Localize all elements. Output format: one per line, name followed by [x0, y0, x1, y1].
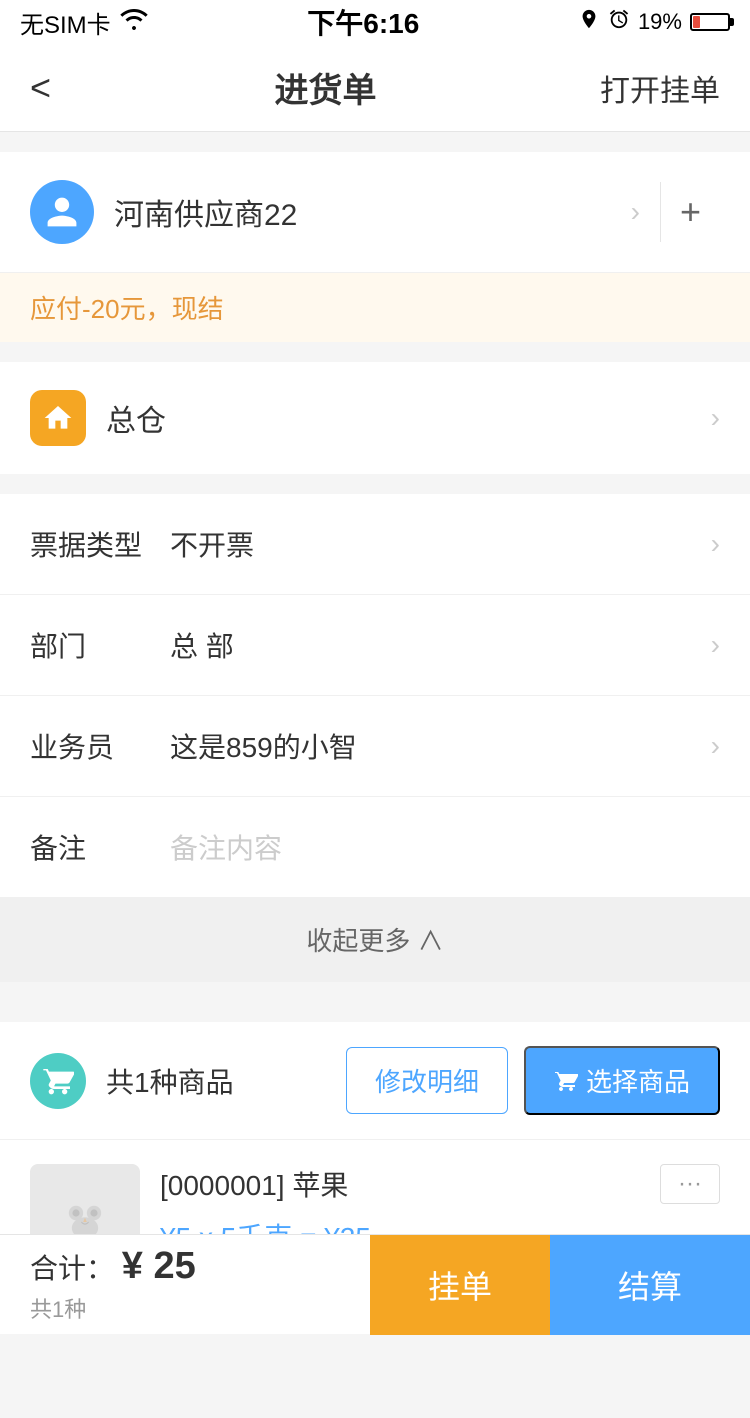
battery-percentage: 19% [638, 9, 682, 35]
sales-value: 这是859的小智 [170, 726, 701, 766]
battery-icon [690, 13, 730, 31]
total-row: 合计： ¥ 25 [30, 1245, 340, 1288]
products-header: 共1种商品 修改明细 选择商品 [0, 1022, 750, 1140]
collapse-button[interactable]: 收起更多 ∧ [0, 897, 750, 982]
nav-bar: < 进货单 打开挂单 [0, 44, 750, 132]
product-more-button[interactable]: ··· [660, 1164, 720, 1204]
warehouse-section[interactable]: 总仓 › [0, 362, 750, 474]
select-product-button[interactable]: 选择商品 [524, 1046, 720, 1115]
products-count: 共1种商品 [106, 1061, 346, 1101]
supplier-avatar [30, 180, 94, 244]
remark-input[interactable]: 备注内容 [170, 827, 720, 867]
products-icon [30, 1053, 86, 1109]
form-section: 票据类型 不开票 › 部门 总 部 › 业务员 这是859的小智 › 备注 备注… [0, 494, 750, 897]
bottom-bar: 合计： ¥ 25 共1种 挂单 结算 [0, 1234, 750, 1334]
product-name: [0000001] 苹果 [160, 1164, 640, 1204]
suspend-button[interactable]: 挂单 [370, 1235, 550, 1335]
product-title: 苹果 [292, 1170, 348, 1201]
remark-row[interactable]: 备注 备注内容 [0, 797, 750, 897]
add-supplier-button[interactable]: + [660, 182, 720, 242]
invoice-row[interactable]: 票据类型 不开票 › [0, 494, 750, 595]
back-button[interactable]: < [30, 67, 51, 109]
section-gap-1 [0, 132, 750, 152]
warehouse-row[interactable]: 总仓 › [0, 362, 750, 474]
total-amount: ¥ 25 [122, 1245, 196, 1287]
department-row[interactable]: 部门 总 部 › [0, 595, 750, 696]
home-icon [42, 402, 74, 434]
carrier-label: 无SIM卡 [20, 5, 111, 40]
department-value: 总 部 [170, 625, 701, 665]
invoice-value: 不开票 [170, 524, 701, 564]
supplier-name: 河南供应商22 [114, 190, 621, 234]
alarm-icon [608, 8, 630, 36]
checkout-button[interactable]: 结算 [550, 1235, 750, 1335]
product-code: [0000001] [160, 1170, 285, 1201]
select-product-label: 选择商品 [586, 1062, 690, 1099]
user-icon [44, 194, 80, 230]
warehouse-icon [30, 390, 86, 446]
supplier-notice: 应付-20元，现结 [0, 273, 750, 342]
remark-label: 备注 [30, 827, 170, 867]
bottom-total: 合计： ¥ 25 共1种 [0, 1245, 370, 1324]
supplier-row[interactable]: 河南供应商22 › + [0, 152, 750, 273]
supplier-section: 河南供应商22 › + 应付-20元，现结 [0, 152, 750, 342]
department-chevron-icon: › [711, 629, 720, 661]
invoice-chevron-icon: › [711, 528, 720, 560]
sales-chevron-icon: › [711, 730, 720, 762]
invoice-label: 票据类型 [30, 524, 170, 564]
cart-icon [42, 1065, 74, 1097]
total-label: 合计： [30, 1253, 114, 1284]
select-product-icon [554, 1069, 578, 1093]
wifi-icon [119, 8, 149, 37]
section-gap-4 [0, 982, 750, 1002]
section-gap-3 [0, 474, 750, 494]
warehouse-chevron-icon: › [711, 402, 720, 434]
department-label: 部门 [30, 625, 170, 665]
supplier-chevron-icon: › [631, 196, 640, 228]
total-sub: 共1种 [30, 1292, 340, 1324]
location-icon [578, 8, 600, 36]
status-right: 19% [578, 8, 730, 36]
section-gap-2 [0, 342, 750, 362]
status-bar: 无SIM卡 下午6:16 19% [0, 0, 750, 44]
edit-detail-button[interactable]: 修改明细 [346, 1047, 508, 1114]
open-suspend-button[interactable]: 打开挂单 [600, 66, 720, 110]
status-time: 下午6:16 [307, 2, 419, 42]
page-title: 进货单 [275, 63, 377, 112]
sales-label: 业务员 [30, 726, 170, 766]
status-left: 无SIM卡 [20, 5, 149, 40]
warehouse-name: 总仓 [106, 396, 701, 440]
sales-row[interactable]: 业务员 这是859的小智 › [0, 696, 750, 797]
